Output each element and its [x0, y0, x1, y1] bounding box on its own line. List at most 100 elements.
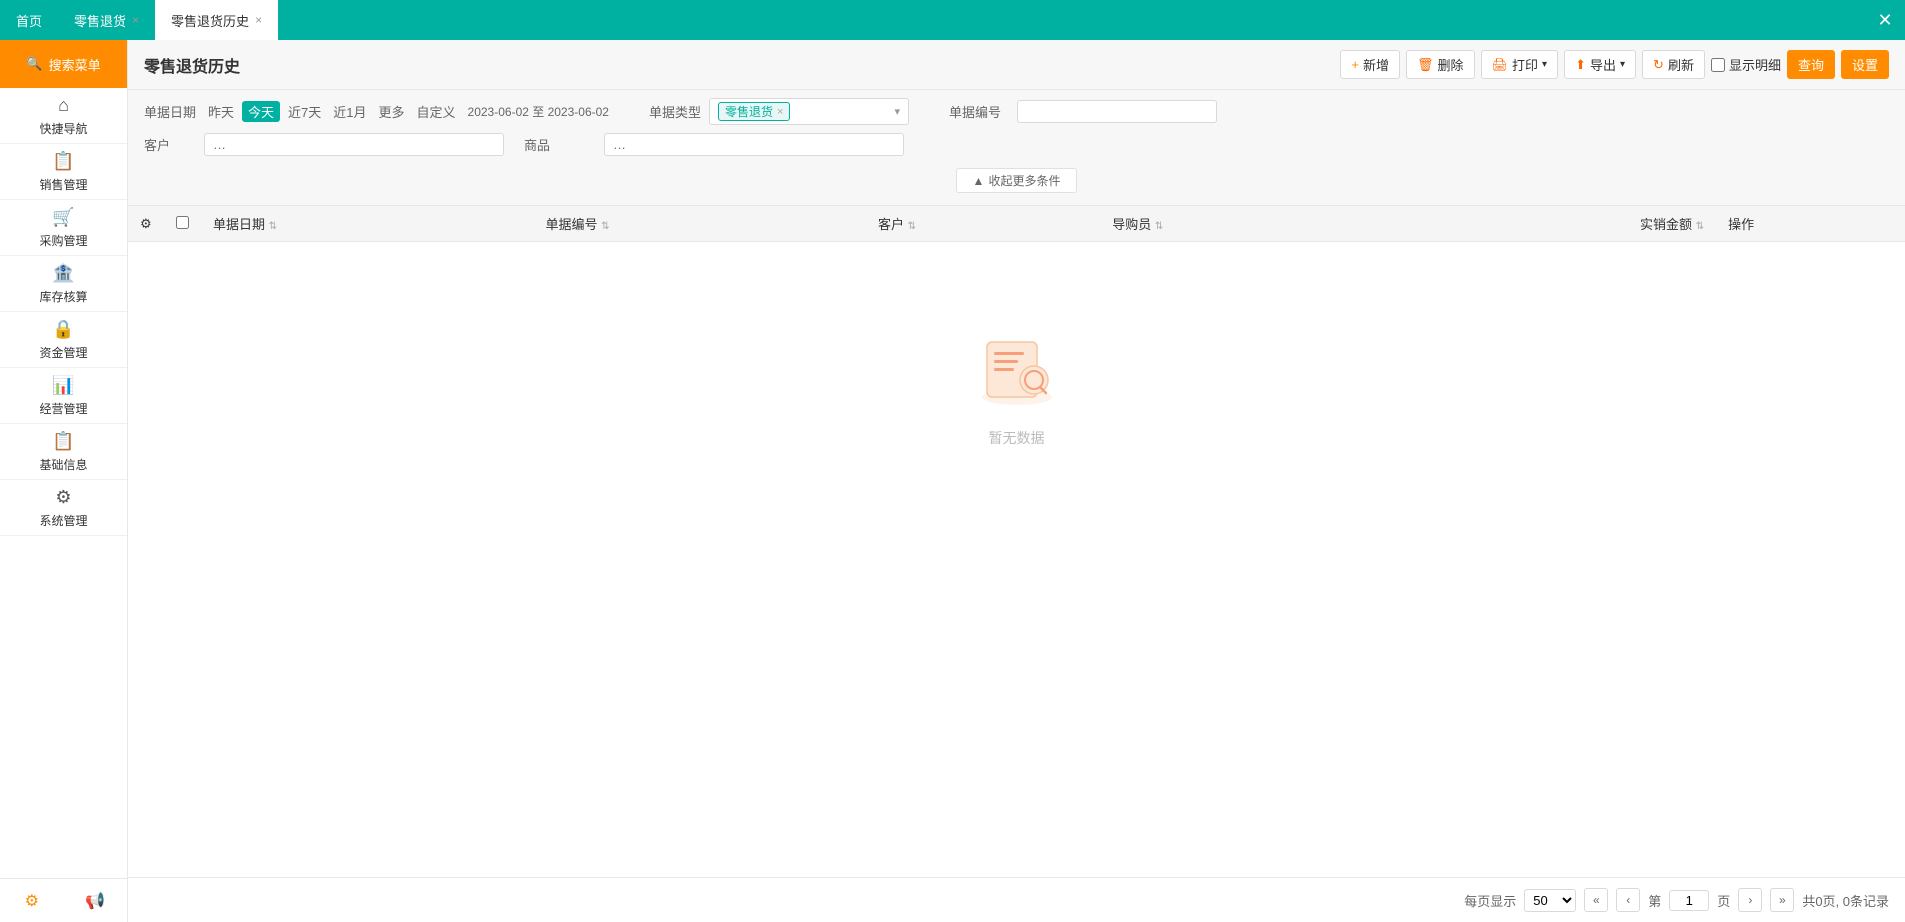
- th-date-label: 单据日期: [213, 217, 265, 232]
- refresh-label: 刷新: [1668, 55, 1694, 74]
- tab-home-label: 首页: [16, 11, 42, 30]
- page-title: 零售退货历史: [144, 53, 240, 77]
- number-filter-input[interactable]: [1017, 100, 1217, 123]
- toolbar: + 新增 🗑 删除 🖨 打印 ⬆ 导出: [1340, 50, 1889, 79]
- new-button[interactable]: + 新增: [1340, 50, 1400, 79]
- sidebar-item-inventory-label: 库存核算: [39, 288, 87, 305]
- search-icon: 🔍: [26, 56, 42, 72]
- empty-text: 暂无数据: [989, 428, 1045, 448]
- date-opt-yesterday[interactable]: 昨天: [204, 101, 238, 122]
- page-suffix-label: 页: [1717, 891, 1730, 910]
- th-number[interactable]: 单据编号: [533, 206, 865, 242]
- next-page-button[interactable]: ›: [1738, 888, 1762, 912]
- sidebar-item-quick-nav[interactable]: ⌂ 快捷导航: [0, 88, 127, 144]
- sidebar-item-finance[interactable]: 🔒 资金管理: [0, 312, 127, 368]
- type-tag-remove[interactable]: ×: [777, 106, 783, 118]
- export-label: 导出: [1590, 55, 1616, 74]
- filter-row-2: 客户 商品: [144, 133, 1889, 156]
- tab-home[interactable]: 首页: [0, 0, 58, 40]
- sidebar-search-label: 搜索菜单: [49, 55, 101, 74]
- prev-page-icon: ‹: [1626, 893, 1630, 907]
- sidebar-item-inventory[interactable]: 🏦 库存核算: [0, 256, 127, 312]
- first-page-button[interactable]: «: [1584, 888, 1608, 912]
- customer-filter-input[interactable]: [204, 133, 504, 156]
- page-title-row: 零售退货历史 + 新增 🗑 删除 🖨 打印 ⬆: [144, 50, 1889, 79]
- type-filter-select[interactable]: 零售退货 × ▾: [709, 98, 909, 125]
- date-opt-more[interactable]: 更多: [375, 101, 409, 122]
- window-close-button[interactable]: ✕: [1865, 0, 1905, 40]
- empty-state: 暂无数据: [128, 242, 1905, 528]
- th-settings[interactable]: ⚙: [128, 206, 164, 242]
- sidebar-item-system-label: 系统管理: [39, 512, 87, 529]
- main-layout: 🔍 搜索菜单 ⌂ 快捷导航 📋 销售管理 🛒 采购管理 🏦 库存核算 🔒 资金管…: [0, 40, 1905, 922]
- th-date[interactable]: 单据日期: [201, 206, 533, 242]
- refresh-icon: ↻: [1653, 57, 1664, 73]
- date-opt-1month[interactable]: 近1月: [329, 101, 370, 122]
- sales-icon: 📋: [52, 151, 74, 172]
- settings-button[interactable]: 设置: [1841, 50, 1889, 79]
- next-page-icon: ›: [1748, 893, 1752, 907]
- th-guide[interactable]: 导购员: [1100, 206, 1383, 242]
- number-filter-label: 单据编号: [949, 102, 1009, 121]
- collapse-button[interactable]: ▲ 收起更多条件: [956, 168, 1078, 193]
- goods-filter-input[interactable]: [604, 133, 904, 156]
- print-button[interactable]: 🖨 打印: [1481, 50, 1559, 79]
- show-detail-input[interactable]: [1711, 58, 1725, 72]
- sidebar-audio-button[interactable]: 📢: [64, 879, 128, 922]
- sidebar-item-system[interactable]: ⚙ 系统管理: [0, 480, 127, 536]
- show-detail-checkbox[interactable]: 显示明细: [1711, 55, 1781, 74]
- filter-row-1: 单据日期 昨天 今天 近7天 近1月 更多 自定义 2023-06-02 至 2…: [144, 98, 1889, 125]
- tab-list: 首页 零售退货 × 零售退货历史 ×: [0, 0, 1865, 40]
- per-page-label: 每页显示: [1464, 891, 1516, 910]
- tab-retail-return-history[interactable]: 零售退货历史 ×: [155, 0, 278, 40]
- sidebar-item-sales-mgmt[interactable]: 📋 销售管理: [0, 144, 127, 200]
- th-number-label: 单据编号: [545, 217, 597, 232]
- delete-icon: 🗑: [1417, 57, 1434, 73]
- th-guide-label: 导购员: [1112, 217, 1151, 232]
- tab-retail-return[interactable]: 零售退货 ×: [58, 0, 155, 40]
- pagination-bar: 每页显示 20 50 100 « ‹ 第 页 › » 共0页, 0条记录: [128, 877, 1905, 922]
- th-amount[interactable]: 实销金额: [1384, 206, 1716, 242]
- date-opt-7days[interactable]: 近7天: [284, 101, 325, 122]
- prev-page-button[interactable]: ‹: [1616, 888, 1640, 912]
- refresh-button[interactable]: ↻ 刷新: [1642, 50, 1705, 79]
- date-opt-today[interactable]: 今天: [242, 101, 280, 122]
- sidebar-settings-button[interactable]: ⚙: [0, 879, 64, 922]
- sidebar-item-purchase-mgmt[interactable]: 🛒 采购管理: [0, 200, 127, 256]
- inventory-icon: 🏦: [52, 263, 74, 284]
- select-all-checkbox[interactable]: [176, 216, 189, 229]
- collapse-icon: ▲: [973, 174, 985, 188]
- sidebar-bottom: ⚙ 📢: [0, 878, 127, 922]
- date-opt-custom[interactable]: 自定义: [413, 101, 460, 122]
- page-prefix-label: 第: [1648, 891, 1661, 910]
- th-customer-label: 客户: [878, 217, 904, 232]
- delete-button[interactable]: 🗑 删除: [1406, 50, 1475, 79]
- last-page-button[interactable]: »: [1770, 888, 1794, 912]
- per-page-select[interactable]: 20 50 100: [1524, 889, 1576, 912]
- sidebar-search-button[interactable]: 🔍 搜索菜单: [0, 40, 127, 88]
- content-area: 零售退货历史 + 新增 🗑 删除 🖨 打印 ⬆: [128, 40, 1905, 922]
- show-detail-label: 显示明细: [1729, 55, 1781, 74]
- goods-filter-label: 商品: [524, 135, 584, 154]
- sidebar-item-business[interactable]: 📊 经营管理: [0, 368, 127, 424]
- th-customer[interactable]: 客户: [866, 206, 1100, 242]
- th-check[interactable]: [164, 206, 201, 242]
- query-button[interactable]: 查询: [1787, 50, 1835, 79]
- total-label: 共0页, 0条记录: [1802, 891, 1889, 910]
- th-amount-label: 实销金额: [1640, 217, 1692, 232]
- print-icon: 🖨: [1492, 57, 1509, 73]
- sidebar-item-base-info[interactable]: 📋 基础信息: [0, 424, 127, 480]
- type-tag-label: 零售退货: [725, 103, 773, 120]
- page-number-input[interactable]: [1669, 890, 1709, 911]
- sidebar-item-quick-nav-label: 快捷导航: [39, 120, 87, 137]
- first-page-icon: «: [1593, 893, 1600, 907]
- export-button[interactable]: ⬆ 导出: [1564, 50, 1636, 79]
- tab-retail-return-history-label: 零售退货历史: [171, 11, 249, 30]
- type-tag: 零售退货 ×: [718, 102, 790, 121]
- th-actions: 操作: [1716, 206, 1905, 242]
- export-icon: ⬆: [1575, 57, 1586, 73]
- base-icon: 📋: [52, 431, 74, 452]
- tab-retail-return-history-close[interactable]: ×: [255, 13, 262, 27]
- tab-retail-return-close[interactable]: ×: [132, 13, 139, 27]
- purchase-icon: 🛒: [52, 207, 74, 228]
